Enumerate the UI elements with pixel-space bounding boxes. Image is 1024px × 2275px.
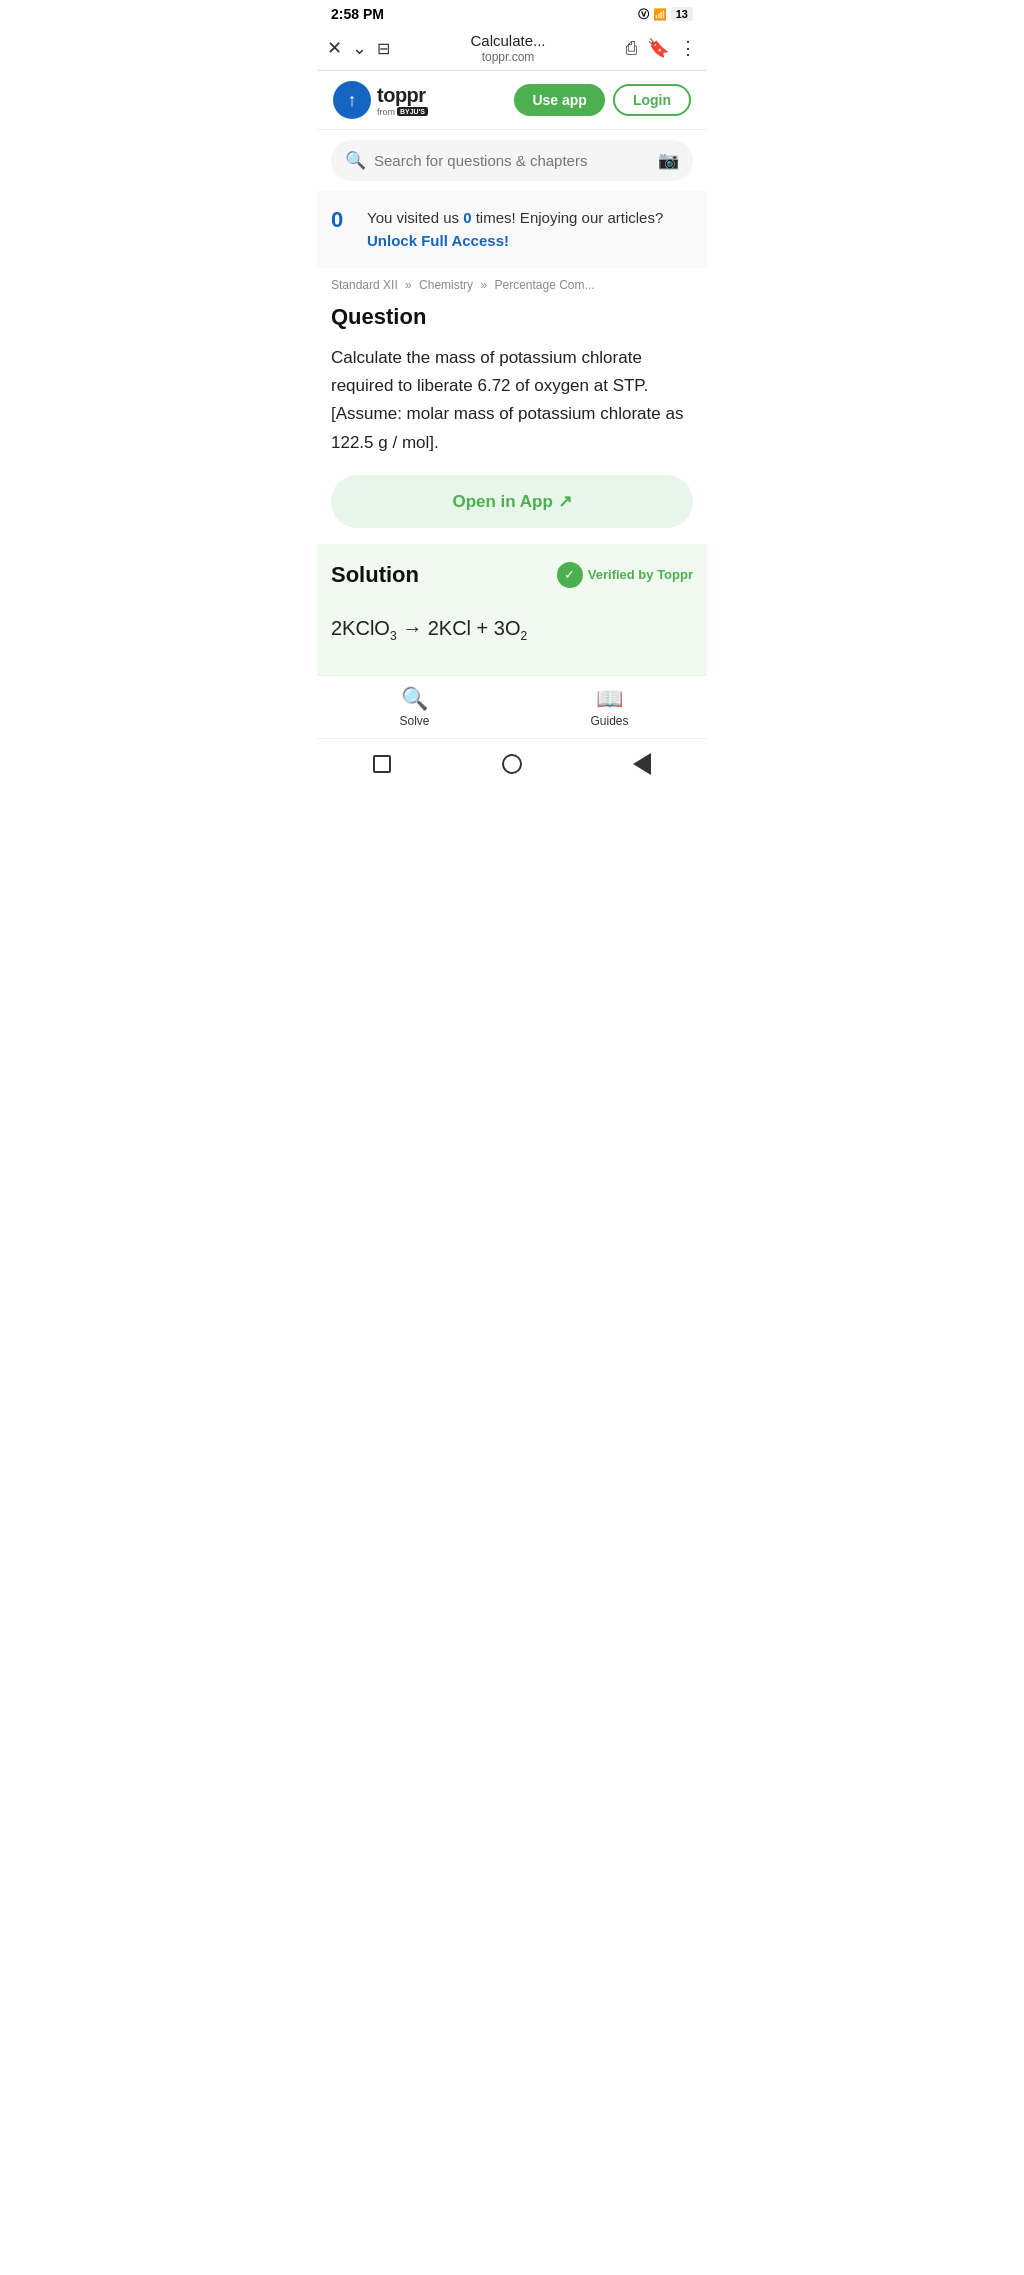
visit-banner: 0 You visited us 0 times! Enjoying our a… — [317, 191, 707, 268]
url-bar[interactable]: Calculate... toppr.com — [398, 32, 618, 64]
toppr-text-block: toppr from BYJU'S — [377, 84, 428, 117]
browser-nav[interactable]: ✕ ⌄ ⊟ — [327, 37, 390, 59]
top-nav: ↑ toppr from BYJU'S Use app Login — [317, 71, 707, 130]
sys-square-button[interactable] — [371, 753, 393, 775]
guides-label: Guides — [590, 714, 628, 728]
toppr-brand-name: toppr — [377, 84, 428, 107]
visit-text: You visited us 0 times! Enjoying our art… — [367, 207, 693, 252]
browser-chrome: ✕ ⌄ ⊟ Calculate... toppr.com ⎙ 🔖 ⋮ — [317, 26, 707, 71]
toppr-icon: ↑ — [333, 81, 371, 119]
open-in-app-button[interactable]: Open in App ↗ — [331, 475, 693, 528]
verified-badge: ✓ Verified by Toppr — [557, 562, 693, 588]
chemical-equation: 2KClO3 → 2KCl + 3O2 — [331, 610, 693, 648]
login-button[interactable]: Login — [613, 84, 691, 116]
browser-actions[interactable]: ⎙ 🔖 ⋮ — [626, 37, 697, 59]
bottom-nav-guides[interactable]: 📖 Guides — [512, 686, 707, 728]
nav-buttons[interactable]: Use app Login — [514, 84, 691, 116]
status-icons: ⓥ 📶 13 — [638, 7, 693, 22]
unlock-link[interactable]: Unlock Full Access! — [367, 232, 509, 249]
use-app-button[interactable]: Use app — [514, 84, 604, 116]
solution-header: Solution ✓ Verified by Toppr — [331, 562, 693, 588]
visit-text-after: times! Enjoying our articles? — [472, 209, 664, 226]
share-icon[interactable]: ⎙ — [626, 38, 637, 59]
bottom-nav: 🔍 Solve 📖 Guides — [317, 675, 707, 738]
verified-icon: ✓ — [557, 562, 583, 588]
question-section: Question Calculate the mass of potassium… — [317, 294, 707, 456]
bottom-nav-solve[interactable]: 🔍 Solve — [317, 686, 512, 728]
visit-count-inline: 0 — [463, 209, 471, 226]
page-title: Calculate... — [398, 32, 618, 50]
solution-title: Solution — [331, 562, 419, 588]
breadcrumb-item-0[interactable]: Standard XII — [331, 278, 398, 292]
solve-icon: 🔍 — [401, 686, 428, 712]
status-bar: 2:58 PM ⓥ 📶 13 — [317, 0, 707, 26]
sys-back-button[interactable] — [631, 753, 653, 775]
toppr-arrow-icon: ↑ — [348, 90, 357, 111]
close-icon[interactable]: ✕ — [327, 37, 342, 59]
search-input[interactable] — [374, 152, 650, 169]
breadcrumb-item-1[interactable]: Chemistry — [419, 278, 473, 292]
bookmark-icon[interactable]: 🔖 — [647, 37, 669, 59]
byju-badge: BYJU'S — [397, 107, 428, 116]
search-bar[interactable]: 🔍 📷 — [331, 140, 693, 181]
signal-icon: 📶 — [653, 8, 667, 21]
sys-home-button[interactable] — [501, 753, 523, 775]
verified-text: Verified by Toppr — [588, 567, 693, 582]
camera-icon[interactable]: 📷 — [658, 150, 679, 171]
open-app-label: Open in App ↗ — [452, 492, 571, 511]
page-domain: toppr.com — [398, 50, 618, 64]
back-icon — [633, 753, 651, 775]
solve-label: Solve — [399, 714, 429, 728]
toppr-logo: ↑ toppr from BYJU'S — [333, 81, 428, 119]
circle-icon — [502, 754, 522, 774]
breadcrumb: Standard XII » Chemistry » Percentage Co… — [317, 268, 707, 294]
question-text: Calculate the mass of potassium chlorate… — [331, 344, 693, 456]
search-icon: 🔍 — [345, 150, 366, 171]
status-time: 2:58 PM — [331, 6, 384, 22]
question-section-title: Question — [331, 304, 693, 330]
tabs-icon[interactable]: ⊟ — [377, 39, 390, 58]
dropdown-icon[interactable]: ⌄ — [352, 37, 367, 59]
solution-section: Solution ✓ Verified by Toppr 2KClO3 → 2K… — [317, 544, 707, 676]
breadcrumb-sep-1: » — [480, 278, 487, 292]
square-icon — [373, 755, 391, 773]
battery-icon: 13 — [671, 7, 693, 21]
toppr-byju-label: from BYJU'S — [377, 107, 428, 117]
volte-icon: ⓥ — [638, 7, 649, 22]
system-nav-bar — [317, 738, 707, 785]
visit-count-large: 0 — [331, 207, 355, 233]
breadcrumb-item-2[interactable]: Percentage Com... — [494, 278, 594, 292]
search-container: 🔍 📷 — [317, 130, 707, 191]
visit-text-before: You visited us — [367, 209, 463, 226]
more-icon[interactable]: ⋮ — [679, 37, 697, 59]
guides-icon: 📖 — [596, 686, 623, 712]
breadcrumb-sep-0: » — [405, 278, 412, 292]
